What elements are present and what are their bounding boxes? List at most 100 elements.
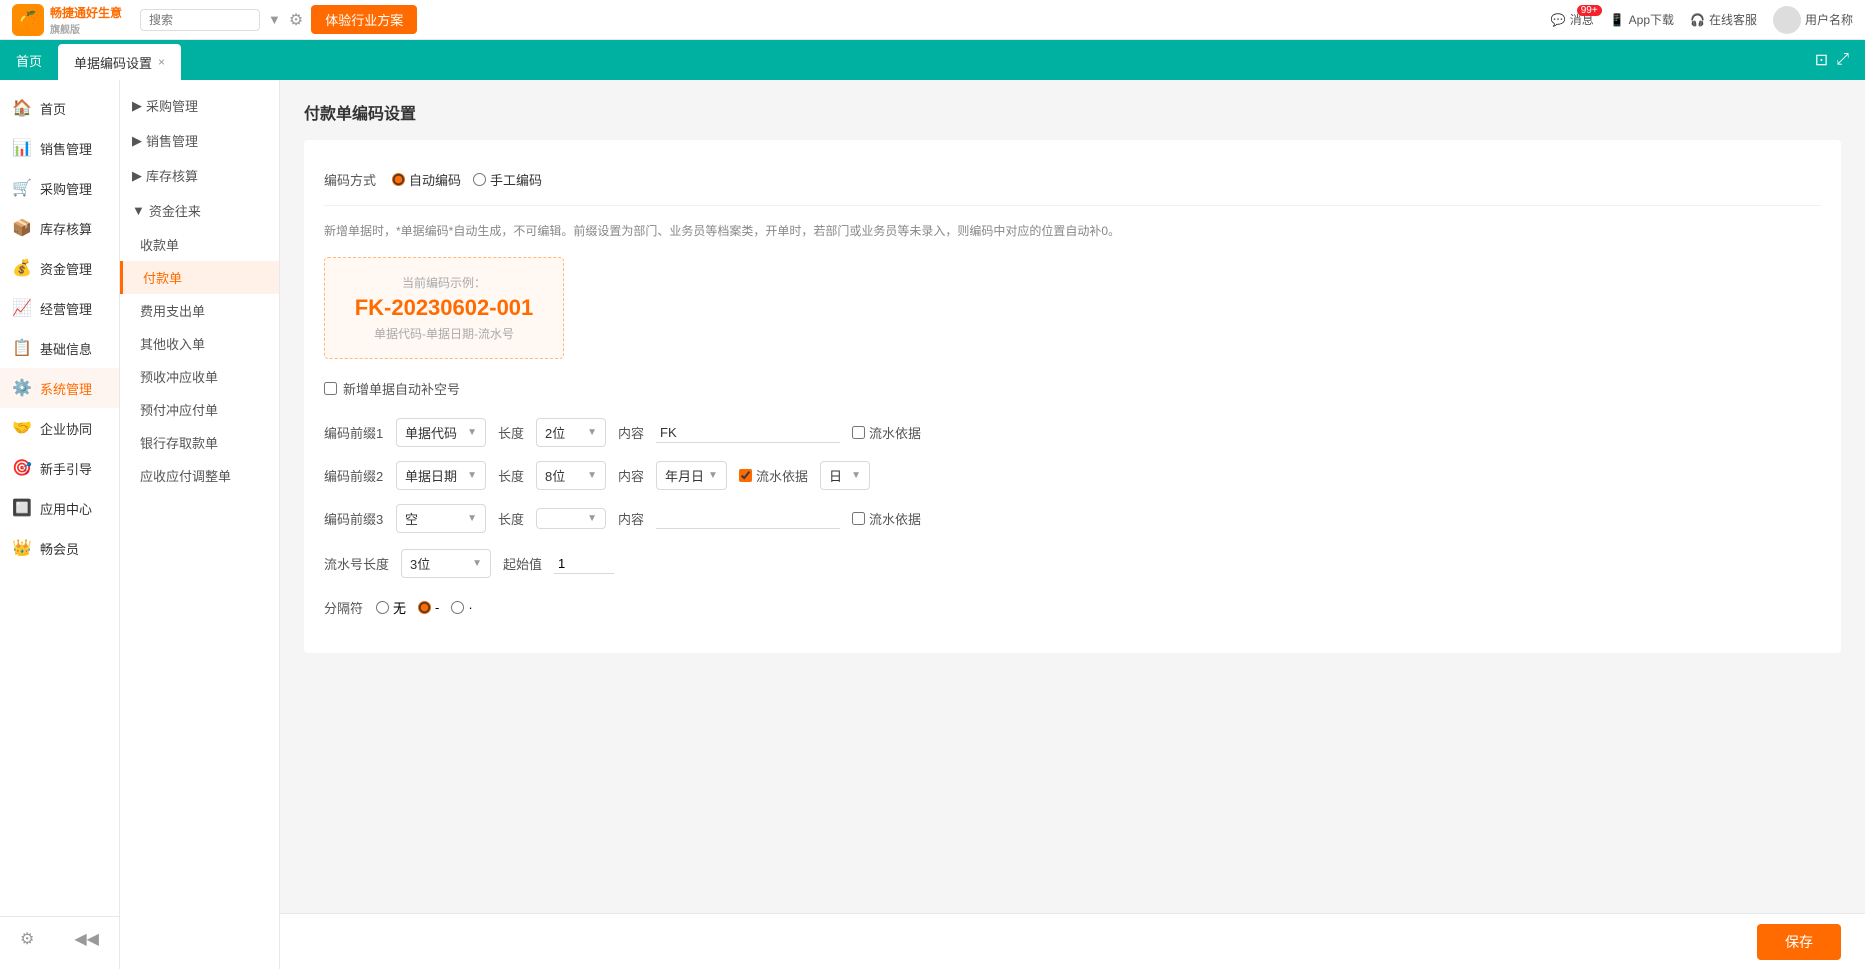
nav-tabs: 首页 单据编码设置 × ⊡ ⤢ xyxy=(0,40,1865,80)
prefix2-row: 编码前缀2 单据日期 ▼ 长度 8位 ▼ 内容 年月日 xyxy=(324,461,1821,490)
content3-input[interactable] xyxy=(656,509,840,529)
liushui1-checkbox[interactable] xyxy=(852,426,865,439)
sidebar-item-operation[interactable]: 📈 经营管理 xyxy=(0,288,119,328)
sidebar-item-guide[interactable]: 🎯 新手引导 xyxy=(0,448,119,488)
prefix3-select[interactable]: 空 ▼ xyxy=(396,504,486,533)
example-code: FK-20230602-001 xyxy=(345,295,543,321)
sub-item-prepay-receivable[interactable]: 预收冲应收单 xyxy=(120,360,279,393)
page-title: 付款单编码设置 xyxy=(304,100,1841,124)
user-info[interactable]: 用户名称 xyxy=(1773,6,1853,34)
sidebar-item-apps[interactable]: 🔲 应用中心 xyxy=(0,488,119,528)
sidebar: 🏠 首页 📊 销售管理 🛒 采购管理 📦 库存核算 💰 资金管理 📈 经营管理 … xyxy=(0,80,120,969)
length3-label: 长度 xyxy=(498,509,524,528)
sidebar-item-inventory[interactable]: 📦 库存核算 xyxy=(0,208,119,248)
expand-icon[interactable]: ⤢ xyxy=(1836,51,1849,69)
length3-select[interactable]: ▼ xyxy=(536,508,606,529)
sub-header-sales[interactable]: ▶ 销售管理 xyxy=(120,123,279,158)
liushui3-option[interactable]: 流水依据 xyxy=(852,509,921,528)
search-input[interactable] xyxy=(140,9,260,31)
trial-button[interactable]: 体验行业方案 xyxy=(311,5,417,34)
liushui2-select[interactable]: 日 ▼ xyxy=(820,461,870,490)
sep-dash-radio[interactable] xyxy=(418,601,431,614)
prefix1-arrow-icon: ▼ xyxy=(467,427,477,438)
sep-none-radio[interactable] xyxy=(376,601,389,614)
liushui3-checkbox[interactable] xyxy=(852,512,865,525)
sub-item-other-income[interactable]: 其他收入单 xyxy=(120,327,279,360)
sep-dot-option[interactable]: · xyxy=(451,600,472,615)
sidebar-item-basic[interactable]: 📋 基础信息 xyxy=(0,328,119,368)
enterprise-icon: 🤝 xyxy=(12,418,32,438)
tab-home[interactable]: 首页 xyxy=(0,40,58,80)
manual-encode-radio[interactable] xyxy=(473,173,486,186)
liushui2-option[interactable]: 流水依据 xyxy=(739,466,808,485)
tab-settings[interactable]: 单据编码设置 × xyxy=(58,44,181,80)
auto-encode-option[interactable]: 自动编码 xyxy=(392,170,461,189)
app-download-button[interactable]: 📱 App下载 xyxy=(1610,11,1674,28)
prefix3-arrow-icon: ▼ xyxy=(467,513,477,524)
length2-select[interactable]: 8位 ▼ xyxy=(536,461,606,490)
sub-item-prepay-payable[interactable]: 预付冲应付单 xyxy=(120,393,279,426)
topbar-right: 💬 消息 99+ 📱 App下载 🎧 在线客服 用户名称 xyxy=(1551,6,1853,34)
serial-length-arrow-icon: ▼ xyxy=(472,558,482,569)
auto-fill-checkbox[interactable] xyxy=(324,382,337,395)
liushui2-checkbox[interactable] xyxy=(739,469,752,482)
encoding-radio-group: 自动编码 手工编码 xyxy=(392,170,542,189)
manual-encode-option[interactable]: 手工编码 xyxy=(473,170,542,189)
sub-item-expense[interactable]: 费用支出单 xyxy=(120,294,279,327)
member-icon: 👑 xyxy=(12,538,32,558)
sidebar-item-purchase[interactable]: 🛒 采购管理 xyxy=(0,168,119,208)
sep-dot-radio[interactable] xyxy=(451,601,464,614)
prefix3-label: 编码前缀3 xyxy=(324,509,384,528)
sep-none-option[interactable]: 无 xyxy=(376,598,406,617)
sidebar-item-home[interactable]: 🏠 首页 xyxy=(0,88,119,128)
sales-icon: 📊 xyxy=(12,138,32,158)
length1-select[interactable]: 2位 ▼ xyxy=(536,418,606,447)
save-button[interactable]: 保存 xyxy=(1757,924,1841,960)
serial-length-select[interactable]: 3位 ▼ xyxy=(401,549,491,578)
example-box: 当前编码示例： FK-20230602-001 单据代码-单据日期-流水号 xyxy=(324,257,564,359)
sidebar-item-sales[interactable]: 📊 销售管理 xyxy=(0,128,119,168)
sidebar-bottom: ⚙ ◀◀ xyxy=(0,916,119,961)
content1-input[interactable] xyxy=(656,423,840,443)
prefix1-select[interactable]: 单据代码 ▼ xyxy=(396,418,486,447)
sidebar-item-member[interactable]: 👑 畅会员 xyxy=(0,528,119,568)
prefix2-select[interactable]: 单据日期 ▼ xyxy=(396,461,486,490)
content2-select[interactable]: 年月日 ▼ xyxy=(656,461,727,490)
prefix2-arrow-icon: ▼ xyxy=(467,470,477,481)
capital-arrow-icon: ▼ xyxy=(132,203,145,218)
gear-icon[interactable]: ⚙ xyxy=(289,10,303,30)
system-icon: ⚙️ xyxy=(12,378,32,398)
liushui1-option[interactable]: 流水依据 xyxy=(852,423,921,442)
serial-start-input[interactable] xyxy=(554,554,614,574)
sub-header-inventory[interactable]: ▶ 库存核算 xyxy=(120,158,279,193)
auto-fill-row: 新增单据自动补空号 xyxy=(324,379,1821,398)
sidebar-item-finance[interactable]: 💰 资金管理 xyxy=(0,248,119,288)
sub-item-bank[interactable]: 银行存取款单 xyxy=(120,426,279,459)
sub-item-receipt[interactable]: 收款单 xyxy=(120,228,279,261)
logo-icon: 🍊 xyxy=(12,4,44,36)
message-button[interactable]: 💬 消息 99+ xyxy=(1551,11,1594,28)
separator-row: 分隔符 无 - · xyxy=(324,598,1821,617)
dropdown-arrow-icon[interactable]: ▼ xyxy=(268,12,281,27)
sub-header-capital[interactable]: ▼ 资金往来 xyxy=(120,193,279,228)
settings-bottom-icon[interactable]: ⚙ xyxy=(16,925,38,953)
sub-item-payment[interactable]: 付款单 xyxy=(120,261,279,294)
sub-item-adjust[interactable]: 应收应付调整单 xyxy=(120,459,279,492)
main-layout: 🏠 首页 📊 销售管理 🛒 采购管理 📦 库存核算 💰 资金管理 📈 经营管理 … xyxy=(0,80,1865,969)
encoding-method-row: 编码方式 自动编码 手工编码 xyxy=(324,160,1821,206)
shrink-icon[interactable]: ⊡ xyxy=(1815,50,1828,70)
online-service-button[interactable]: 🎧 在线客服 xyxy=(1690,11,1757,28)
avatar xyxy=(1773,6,1801,34)
sidebar-item-system[interactable]: ⚙️ 系统管理 xyxy=(0,368,119,408)
username: 用户名称 xyxy=(1805,11,1853,28)
sub-header-purchase[interactable]: ▶ 采购管理 xyxy=(120,88,279,123)
sep-dash-option[interactable]: - xyxy=(418,600,439,615)
sidebar-item-enterprise[interactable]: 🤝 企业协同 xyxy=(0,408,119,448)
tab-close-icon[interactable]: × xyxy=(158,55,165,69)
collapse-icon[interactable]: ◀◀ xyxy=(70,925,103,953)
inventory-icon: 📦 xyxy=(12,218,32,238)
sub-group-inventory: ▶ 库存核算 xyxy=(120,158,279,193)
logo-subtitle: 旗舰版 xyxy=(50,21,122,36)
auto-encode-radio[interactable] xyxy=(392,173,405,186)
length1-arrow-icon: ▼ xyxy=(587,427,597,438)
